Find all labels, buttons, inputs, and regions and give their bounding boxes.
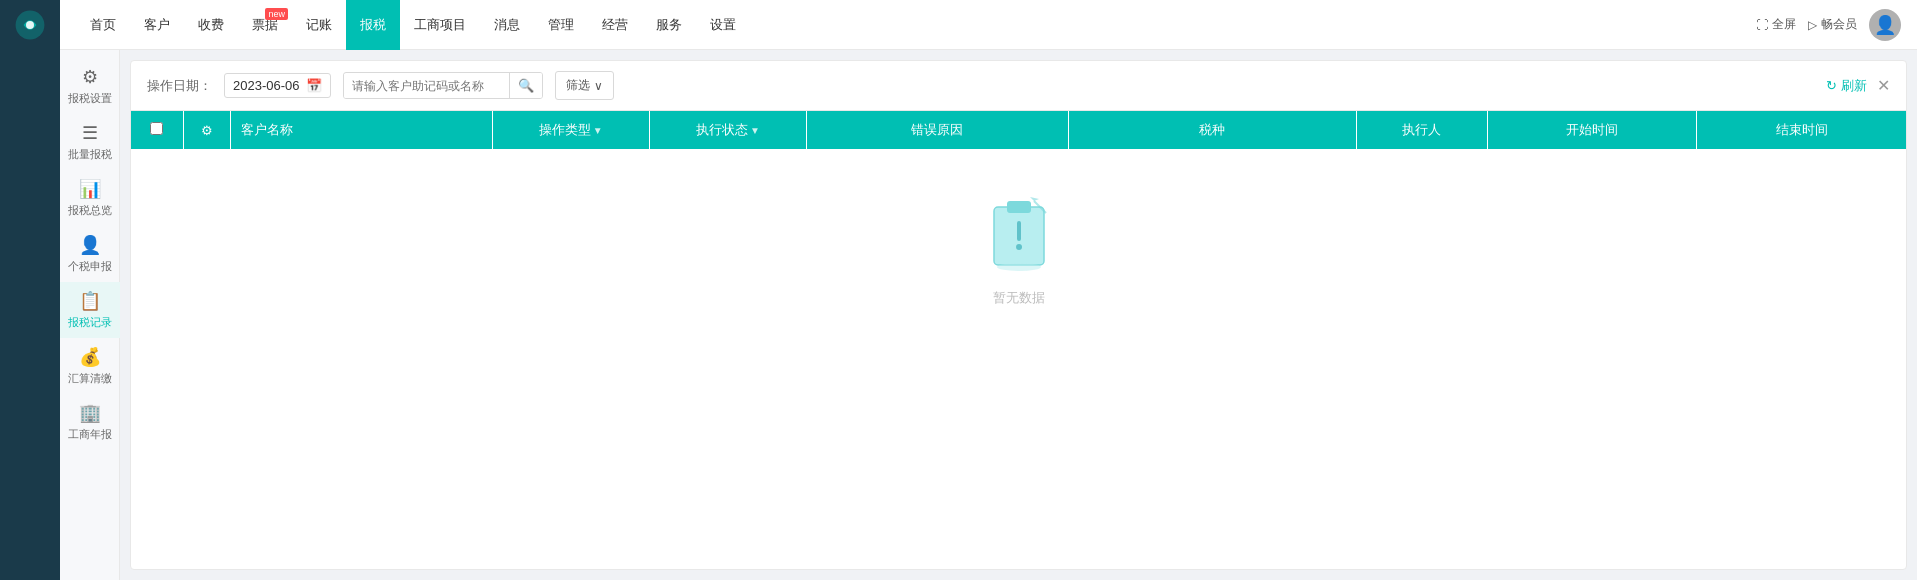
refresh-icon: ↻ bbox=[1826, 78, 1837, 93]
nav-item-首页[interactable]: 首页 bbox=[76, 0, 130, 50]
fullscreen-btn[interactable]: ⛶ 全屏 bbox=[1756, 16, 1796, 33]
sub-sidebar-label-3: 个税申报 bbox=[68, 259, 112, 274]
main-area: 首页客户收费票据new记账报税工商项目消息管理经营服务设置 ⛶ 全屏 ▷ 畅会员… bbox=[60, 0, 1917, 580]
th-name: 客户名称 bbox=[230, 111, 492, 149]
svg-rect-3 bbox=[1007, 201, 1031, 213]
nav-item-票据[interactable]: 票据new bbox=[238, 0, 292, 50]
fullscreen-label: 全屏 bbox=[1772, 16, 1796, 33]
empty-icon bbox=[974, 189, 1064, 279]
nav-item-收费[interactable]: 收费 bbox=[184, 0, 238, 50]
close-icon: ✕ bbox=[1877, 77, 1890, 94]
member-label: 畅会员 bbox=[1821, 16, 1857, 33]
topnav-right: ⛶ 全屏 ▷ 畅会员 👤 bbox=[1756, 9, 1901, 41]
fullscreen-icon: ⛶ bbox=[1756, 18, 1768, 32]
sub-sidebar-label-1: 批量报税 bbox=[68, 147, 112, 162]
sub-sidebar-icon-0: ⚙ bbox=[82, 66, 98, 88]
search-box: 🔍 bbox=[343, 72, 543, 99]
select-all-checkbox[interactable] bbox=[150, 122, 163, 135]
table-wrapper: ⚙ 客户名称 操作类型▼ 执行状态▼ 错误原因 税种 执行人 开始时间 结束时间 bbox=[131, 111, 1906, 569]
svg-point-1 bbox=[26, 21, 34, 29]
sub-sidebar-icon-1: ☰ bbox=[82, 122, 98, 144]
top-navigation: 首页客户收费票据new记账报税工商项目消息管理经营服务设置 ⛶ 全屏 ▷ 畅会员… bbox=[60, 0, 1917, 50]
user-avatar-icon: 👤 bbox=[1874, 14, 1896, 36]
search-button[interactable]: 🔍 bbox=[509, 73, 542, 98]
nav-item-消息[interactable]: 消息 bbox=[480, 0, 534, 50]
date-value: 2023-06-06 bbox=[233, 78, 300, 93]
nav-item-客户[interactable]: 客户 bbox=[130, 0, 184, 50]
sub-sidebar-item-个税申报[interactable]: 👤 个税申报 bbox=[60, 226, 120, 282]
search-input[interactable] bbox=[344, 74, 509, 98]
filter-label: 筛选 bbox=[566, 77, 590, 94]
member-btn[interactable]: ▷ 畅会员 bbox=[1808, 16, 1857, 33]
calendar-icon: 📅 bbox=[306, 78, 322, 93]
nav-item-工商项目[interactable]: 工商项目 bbox=[400, 0, 480, 50]
th-status: 执行状态▼ bbox=[649, 111, 806, 149]
sub-sidebar-item-批量报税[interactable]: ☰ 批量报税 bbox=[60, 114, 120, 170]
nav-item-管理[interactable]: 管理 bbox=[534, 0, 588, 50]
empty-state: 暂无数据 bbox=[131, 149, 1906, 347]
date-label: 操作日期： bbox=[147, 77, 212, 95]
toolbar: 操作日期： 2023-06-06 📅 🔍 筛选 ∨ ↻ bbox=[131, 61, 1906, 111]
th-optype: 操作类型▼ bbox=[492, 111, 649, 149]
refresh-button[interactable]: ↻ 刷新 bbox=[1826, 77, 1867, 95]
th-executor: 执行人 bbox=[1356, 111, 1487, 149]
sub-sidebar-icon-4: 📋 bbox=[79, 290, 101, 312]
close-button[interactable]: ✕ bbox=[1877, 76, 1890, 95]
sub-sidebar-icon-2: 📊 bbox=[79, 178, 101, 200]
sub-sidebar-item-工商年报[interactable]: 🏢 工商年报 bbox=[60, 394, 120, 450]
sub-sidebar-item-报税记录[interactable]: 📋 报税记录 bbox=[60, 282, 120, 338]
nav-items: 首页客户收费票据new记账报税工商项目消息管理经营服务设置 bbox=[76, 0, 750, 50]
nav-item-报税[interactable]: 报税 bbox=[346, 0, 400, 50]
sub-sidebar-items: ⚙ 报税设置 ☰ 批量报税 📊 报税总览 👤 个税申报 📋 报税记录 💰 汇算清缴 🏢 工商年报 bbox=[60, 58, 119, 450]
sub-sidebar-label-6: 工商年报 bbox=[68, 427, 112, 442]
th-end-time: 结束时间 bbox=[1697, 111, 1906, 149]
sub-sidebar: ⚙ 报税设置 ☰ 批量报税 📊 报税总览 👤 个税申报 📋 报税记录 💰 汇算清缴 🏢 工商年报 bbox=[60, 50, 120, 580]
svg-marker-7 bbox=[1030, 197, 1039, 201]
nav-item-记账[interactable]: 记账 bbox=[292, 0, 346, 50]
th-checkbox bbox=[131, 111, 183, 149]
th-tax: 税种 bbox=[1068, 111, 1356, 149]
sub-sidebar-item-报税设置[interactable]: ⚙ 报税设置 bbox=[60, 58, 120, 114]
sub-sidebar-icon-3: 👤 bbox=[79, 234, 101, 256]
svg-point-8 bbox=[997, 263, 1041, 271]
th-start-time: 开始时间 bbox=[1487, 111, 1696, 149]
sidebar-logo bbox=[0, 0, 60, 50]
nav-badge-票据: new bbox=[265, 8, 288, 21]
sub-sidebar-icon-5: 💰 bbox=[79, 346, 101, 368]
th-settings: ⚙ bbox=[183, 111, 230, 149]
table-header-row: ⚙ 客户名称 操作类型▼ 执行状态▼ 错误原因 税种 执行人 开始时间 结束时间 bbox=[131, 111, 1906, 149]
refresh-label: 刷新 bbox=[1841, 77, 1867, 95]
filter-button[interactable]: 筛选 ∨ bbox=[555, 71, 614, 100]
chevron-down-icon: ∨ bbox=[594, 79, 603, 93]
settings-icon[interactable]: ⚙ bbox=[201, 123, 213, 138]
th-error: 错误原因 bbox=[806, 111, 1068, 149]
play-icon: ▷ bbox=[1808, 18, 1817, 32]
nav-item-经营[interactable]: 经营 bbox=[588, 0, 642, 50]
date-picker[interactable]: 2023-06-06 📅 bbox=[224, 73, 331, 98]
sub-sidebar-label-5: 汇算清缴 bbox=[68, 371, 112, 386]
sub-sidebar-item-汇算清缴[interactable]: 💰 汇算清缴 bbox=[60, 338, 120, 394]
records-table: ⚙ 客户名称 操作类型▼ 执行状态▼ 错误原因 税种 执行人 开始时间 结束时间 bbox=[131, 111, 1906, 149]
nav-item-服务[interactable]: 服务 bbox=[642, 0, 696, 50]
search-icon: 🔍 bbox=[518, 78, 534, 93]
nav-item-设置[interactable]: 设置 bbox=[696, 0, 750, 50]
sub-sidebar-icon-6: 🏢 bbox=[79, 402, 101, 424]
toolbar-right: ↻ 刷新 ✕ bbox=[1826, 76, 1890, 95]
sub-sidebar-item-报税总览[interactable]: 📊 报税总览 bbox=[60, 170, 120, 226]
main-panel: 操作日期： 2023-06-06 📅 🔍 筛选 ∨ ↻ bbox=[130, 60, 1907, 570]
sub-sidebar-label-0: 报税设置 bbox=[68, 91, 112, 106]
svg-point-5 bbox=[1016, 244, 1022, 250]
sub-sidebar-label-2: 报税总览 bbox=[68, 203, 112, 218]
sidebar bbox=[0, 0, 60, 580]
empty-text: 暂无数据 bbox=[993, 289, 1045, 307]
user-avatar[interactable]: 👤 bbox=[1869, 9, 1901, 41]
page-content: ⚙ 报税设置 ☰ 批量报税 📊 报税总览 👤 个税申报 📋 报税记录 💰 汇算清缴 🏢 工商年报 操作日期… bbox=[60, 50, 1917, 580]
sub-sidebar-label-4: 报税记录 bbox=[68, 315, 112, 330]
svg-rect-4 bbox=[1017, 221, 1021, 241]
